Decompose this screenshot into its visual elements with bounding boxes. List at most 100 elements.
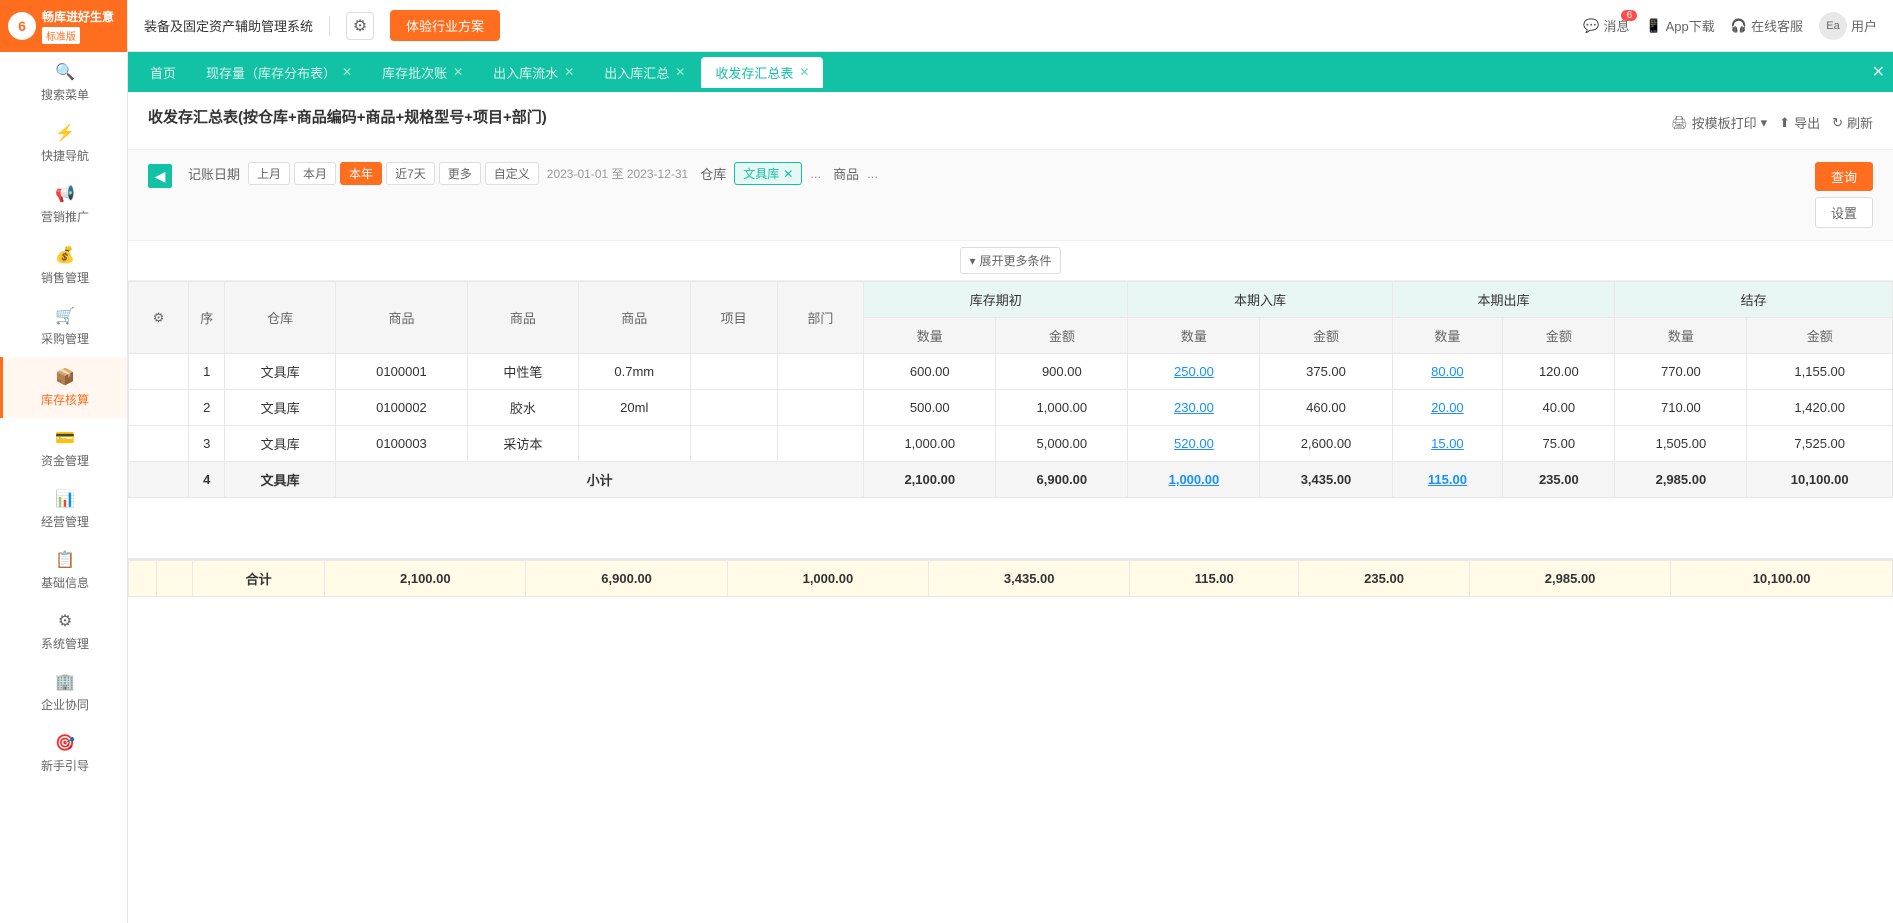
date-btn-this-year[interactable]: 本年 [340, 162, 382, 185]
sidebar-item-purchase[interactable]: 🛒 采购管理 [0, 296, 127, 357]
col-settings-header[interactable]: ⚙ [129, 282, 189, 354]
row-goods-code: 0100002 [335, 390, 467, 426]
sidebar-item-finance[interactable]: 💳 资金管理 [0, 418, 127, 479]
row-warehouse: 文具库 [225, 354, 336, 390]
col-goods-spec-header: 商品 [578, 282, 690, 354]
row-out-qty[interactable]: 20.00 [1392, 390, 1503, 426]
finance-icon: 💳 [55, 428, 75, 448]
filter-content: 记账日期 上月 本月 本年 近7天 更多 自定义 2023-01-01 至 20… [188, 162, 1799, 185]
avatar: Ea [1819, 12, 1847, 40]
col-out-header: 本期出库 [1392, 282, 1615, 318]
sidebar-item-label: 销售管理 [41, 269, 89, 286]
operations-icon: 📊 [55, 489, 75, 509]
total-open-qty: 2,100.00 [325, 561, 526, 597]
tab-close-icon[interactable]: ✕ [799, 65, 809, 79]
total-bal-amt: 10,100.00 [1671, 561, 1893, 597]
tab-stock-dist[interactable]: 现存量（库存分布表） ✕ [192, 57, 366, 88]
table-row: 2 文具库 0100002 胶水 20ml 500.00 1,000.00 23… [129, 390, 1893, 426]
sidebar-item-system[interactable]: ⚙ 系统管理 [0, 601, 127, 662]
row-goods-name: 采访本 [468, 426, 579, 462]
subtotal-no: 4 [189, 462, 225, 498]
table-row: 1 文具库 0100001 中性笔 0.7mm 600.00 900.00 25… [129, 354, 1893, 390]
sidebar-item-newbie[interactable]: 🎯 新手引导 [0, 723, 127, 784]
sidebar-item-label: 经营管理 [41, 513, 89, 530]
filter-expand-row: ▾ 展开更多条件 [128, 241, 1893, 281]
sidebar-item-operations[interactable]: 📊 经营管理 [0, 479, 127, 540]
row-open-amt: 900.00 [996, 354, 1128, 390]
logo-text: 畅库进好生意 标准版 [42, 8, 114, 44]
date-btn-custom[interactable]: 自定义 [485, 162, 539, 185]
query-button[interactable]: 查询 [1815, 162, 1873, 191]
row-project [690, 354, 777, 390]
row-bal-qty: 770.00 [1615, 354, 1747, 390]
row-goods-name: 中性笔 [468, 354, 579, 390]
sidebar-item-quick-nav[interactable]: ⚡ 快捷导航 [0, 113, 127, 174]
sidebar-item-inventory[interactable]: 📦 库存核算 [0, 357, 127, 418]
sidebar-item-enterprise[interactable]: 🏢 企业协同 [0, 662, 127, 723]
warehouse-more-button[interactable]: ... [810, 166, 821, 181]
row-goods-spec [578, 426, 690, 462]
row-in-amt: 375.00 [1260, 354, 1392, 390]
row-no: 1 [189, 354, 225, 390]
total-in-amt: 3,435.00 [929, 561, 1130, 597]
row-out-qty[interactable]: 80.00 [1392, 354, 1503, 390]
tab-close-icon[interactable]: ✕ [342, 65, 352, 79]
tab-close-icon[interactable]: ✕ [564, 65, 574, 79]
row-out-qty[interactable]: 15.00 [1392, 426, 1503, 462]
sidebar-item-label: 库存核算 [41, 391, 89, 408]
tab-receive-summary[interactable]: 收发存汇总表 ✕ [701, 57, 823, 88]
row-out-amt: 120.00 [1503, 354, 1615, 390]
row-in-qty[interactable]: 250.00 [1128, 354, 1260, 390]
export-icon: ⬆ [1779, 115, 1790, 131]
row-in-qty[interactable]: 520.00 [1128, 426, 1260, 462]
row-department [777, 426, 864, 462]
sidebar-item-search[interactable]: 🔍 搜索菜单 [0, 52, 127, 113]
tab-home[interactable]: 首页 [136, 57, 190, 88]
tab-close-icon[interactable]: ✕ [453, 65, 463, 79]
row-open-amt: 1,000.00 [996, 390, 1128, 426]
tab-receive-summary-label: 收发存汇总表 [715, 63, 793, 82]
page-toolbar: 🖨 按模板打印 ▾ ⬆ 导出 ↻ 刷新 [1671, 113, 1873, 132]
purchase-icon: 🛒 [55, 306, 75, 326]
inventory-icon: 📦 [55, 367, 75, 387]
row-in-qty[interactable]: 230.00 [1128, 390, 1260, 426]
search-icon: 🔍 [55, 62, 75, 82]
date-btn-last-month[interactable]: 上月 [248, 162, 290, 185]
col-out-amt-header: 金额 [1503, 318, 1615, 354]
column-setting-button[interactable]: 设置 [1815, 197, 1873, 228]
row-no: 3 [189, 426, 225, 462]
col-project-header: 项目 [690, 282, 777, 354]
date-btn-this-month[interactable]: 本月 [294, 162, 336, 185]
col-in-header: 本期入库 [1128, 282, 1392, 318]
filter-toggle-button[interactable]: ◀ [148, 164, 172, 188]
print-button[interactable]: 🖨 按模板打印 ▾ [1671, 113, 1767, 132]
sidebar-item-marketing[interactable]: 📢 营销推广 [0, 174, 127, 235]
message-button[interactable]: 💬 消息 6 [1583, 16, 1629, 35]
trial-button[interactable]: 体验行业方案 [390, 10, 500, 41]
date-btn-7days[interactable]: 近7天 [386, 162, 435, 185]
table-footer: 合计 2,100.00 6,900.00 1,000.00 3,435.00 1… [128, 558, 1893, 597]
date-btn-more[interactable]: 更多 [439, 162, 481, 185]
sales-icon: 💰 [55, 245, 75, 265]
goods-label: 商品 [833, 164, 859, 183]
user-button[interactable]: Ea 用户 [1819, 12, 1877, 40]
goods-more-button[interactable]: ... [867, 166, 878, 181]
sidebar-item-label: 基础信息 [41, 574, 89, 591]
expand-conditions-button[interactable]: ▾ 展开更多条件 [960, 247, 1060, 274]
warehouse-tag-close[interactable]: ✕ [783, 167, 793, 181]
date-label: 记账日期 [188, 164, 240, 183]
tab-inout-flow[interactable]: 出入库流水 ✕ [479, 57, 588, 88]
settings-button[interactable]: ⚙ [346, 12, 374, 40]
tab-inout-summary[interactable]: 出入库汇总 ✕ [590, 57, 699, 88]
sidebar-item-sales[interactable]: 💰 销售管理 [0, 235, 127, 296]
app-download-button[interactable]: 📱 App下载 [1645, 16, 1714, 35]
refresh-button[interactable]: ↻ 刷新 [1832, 113, 1873, 132]
tab-batch-ledger[interactable]: 库存批次账 ✕ [368, 57, 477, 88]
query-area: 查询 设置 [1815, 162, 1873, 228]
sidebar-item-basic-info[interactable]: 📋 基础信息 [0, 540, 127, 601]
filter-warehouse-row: 仓库 文具库 ✕ ... [700, 162, 821, 185]
export-button[interactable]: ⬆ 导出 [1779, 113, 1820, 132]
tabs-close-all-button[interactable]: ✕ [1872, 62, 1885, 82]
online-service-button[interactable]: 🎧 在线客服 [1731, 16, 1803, 35]
tab-close-icon[interactable]: ✕ [675, 65, 685, 79]
